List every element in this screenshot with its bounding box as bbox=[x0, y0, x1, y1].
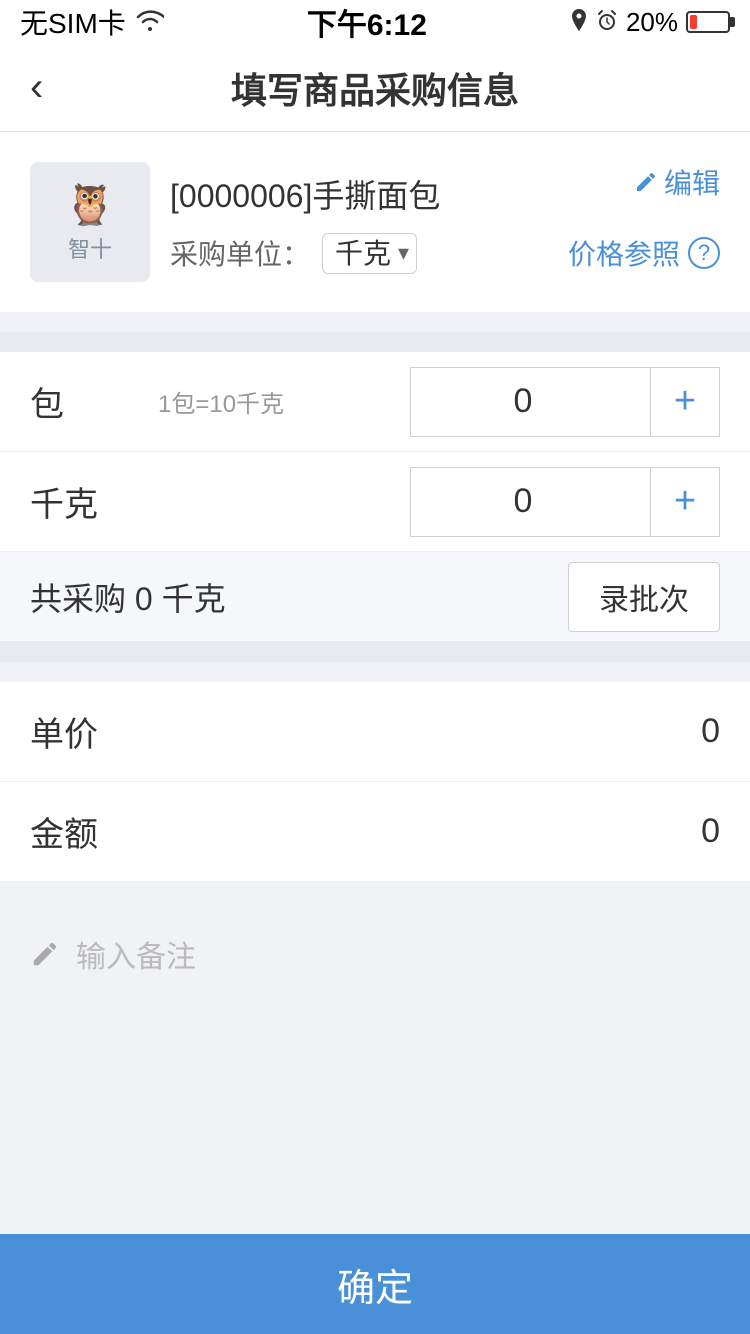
section-divider-2 bbox=[0, 642, 750, 662]
edit-icon bbox=[634, 170, 658, 194]
amount-value: 0 bbox=[701, 812, 720, 851]
status-time: 下午6:12 bbox=[307, 0, 427, 44]
product-logo-icon: 🦉 bbox=[65, 181, 115, 228]
unit-label: 采购单位： bbox=[170, 233, 310, 273]
unit-price-value: 0 bbox=[701, 712, 720, 751]
bag-input-row: 包 1包=10千克 + bbox=[0, 352, 750, 452]
carrier-label: 无SIM卡 bbox=[20, 2, 126, 42]
unit-select[interactable]: 千克 包 bbox=[322, 233, 417, 274]
confirm-bar[interactable]: 确定 bbox=[0, 1234, 750, 1334]
price-ref-link[interactable]: 价格参照 ? bbox=[568, 233, 720, 273]
price-ref-label: 价格参照 bbox=[568, 233, 680, 273]
status-bar: 无SIM卡 下午6:12 20% bbox=[0, 0, 750, 44]
section-divider-1 bbox=[0, 332, 750, 352]
confirm-button-label: 确定 bbox=[337, 1257, 413, 1312]
notes-placeholder: 输入备注 bbox=[76, 932, 196, 976]
price-section: 单价 0 金额 0 bbox=[0, 682, 750, 882]
nav-bar: ‹ 填写商品采购信息 bbox=[0, 44, 750, 132]
pencil-icon bbox=[30, 939, 60, 969]
status-left: 无SIM卡 bbox=[20, 2, 164, 42]
kg-plus-button[interactable]: + bbox=[650, 467, 720, 537]
total-row: 共采购 0 千克 录批次 bbox=[0, 552, 750, 642]
unit-price-row: 单价 0 bbox=[0, 682, 750, 782]
unit-price-label: 单价 bbox=[30, 707, 98, 756]
kg-quantity-input[interactable] bbox=[410, 467, 650, 537]
total-text: 共采购 0 千克 bbox=[30, 574, 226, 620]
product-card: 🦉 智十 [0000006]手撕面包 采购单位： 千克 包 价格参照 ? 编辑 bbox=[0, 132, 750, 312]
battery-icon bbox=[686, 11, 730, 33]
kg-input-row: 千克 + bbox=[0, 452, 750, 552]
batch-button[interactable]: 录批次 bbox=[568, 562, 720, 632]
bag-input-right: + bbox=[410, 367, 720, 437]
amount-row: 金额 0 bbox=[0, 782, 750, 882]
bag-label: 包 bbox=[30, 377, 150, 426]
battery-percent: 20% bbox=[626, 7, 678, 38]
edit-label: 编辑 bbox=[664, 162, 720, 202]
back-button[interactable]: ‹ bbox=[30, 65, 43, 110]
input-section: 包 1包=10千克 + 千克 + bbox=[0, 352, 750, 552]
wifi-icon bbox=[136, 6, 164, 38]
edit-button[interactable]: 编辑 bbox=[634, 162, 720, 202]
kg-input-right: + bbox=[410, 467, 720, 537]
product-logo-text: 智十 bbox=[68, 232, 112, 264]
location-icon bbox=[570, 7, 588, 38]
alarm-icon bbox=[596, 7, 618, 38]
price-ref-help-icon[interactable]: ? bbox=[688, 237, 720, 269]
page-title: 填写商品采购信息 bbox=[231, 62, 519, 114]
status-right: 20% bbox=[570, 7, 730, 38]
product-unit-row: 采购单位： 千克 包 价格参照 ? bbox=[170, 233, 720, 274]
product-image: 🦉 智十 bbox=[30, 162, 150, 282]
battery-fill bbox=[690, 15, 697, 29]
kg-label: 千克 bbox=[30, 477, 150, 526]
amount-label: 金额 bbox=[30, 807, 98, 856]
notes-section[interactable]: 输入备注 bbox=[0, 902, 750, 1006]
bag-quantity-input[interactable] bbox=[410, 367, 650, 437]
bag-plus-button[interactable]: + bbox=[650, 367, 720, 437]
unit-select-wrapper[interactable]: 千克 包 bbox=[322, 233, 417, 274]
bag-sublabel: 1包=10千克 bbox=[158, 384, 284, 419]
